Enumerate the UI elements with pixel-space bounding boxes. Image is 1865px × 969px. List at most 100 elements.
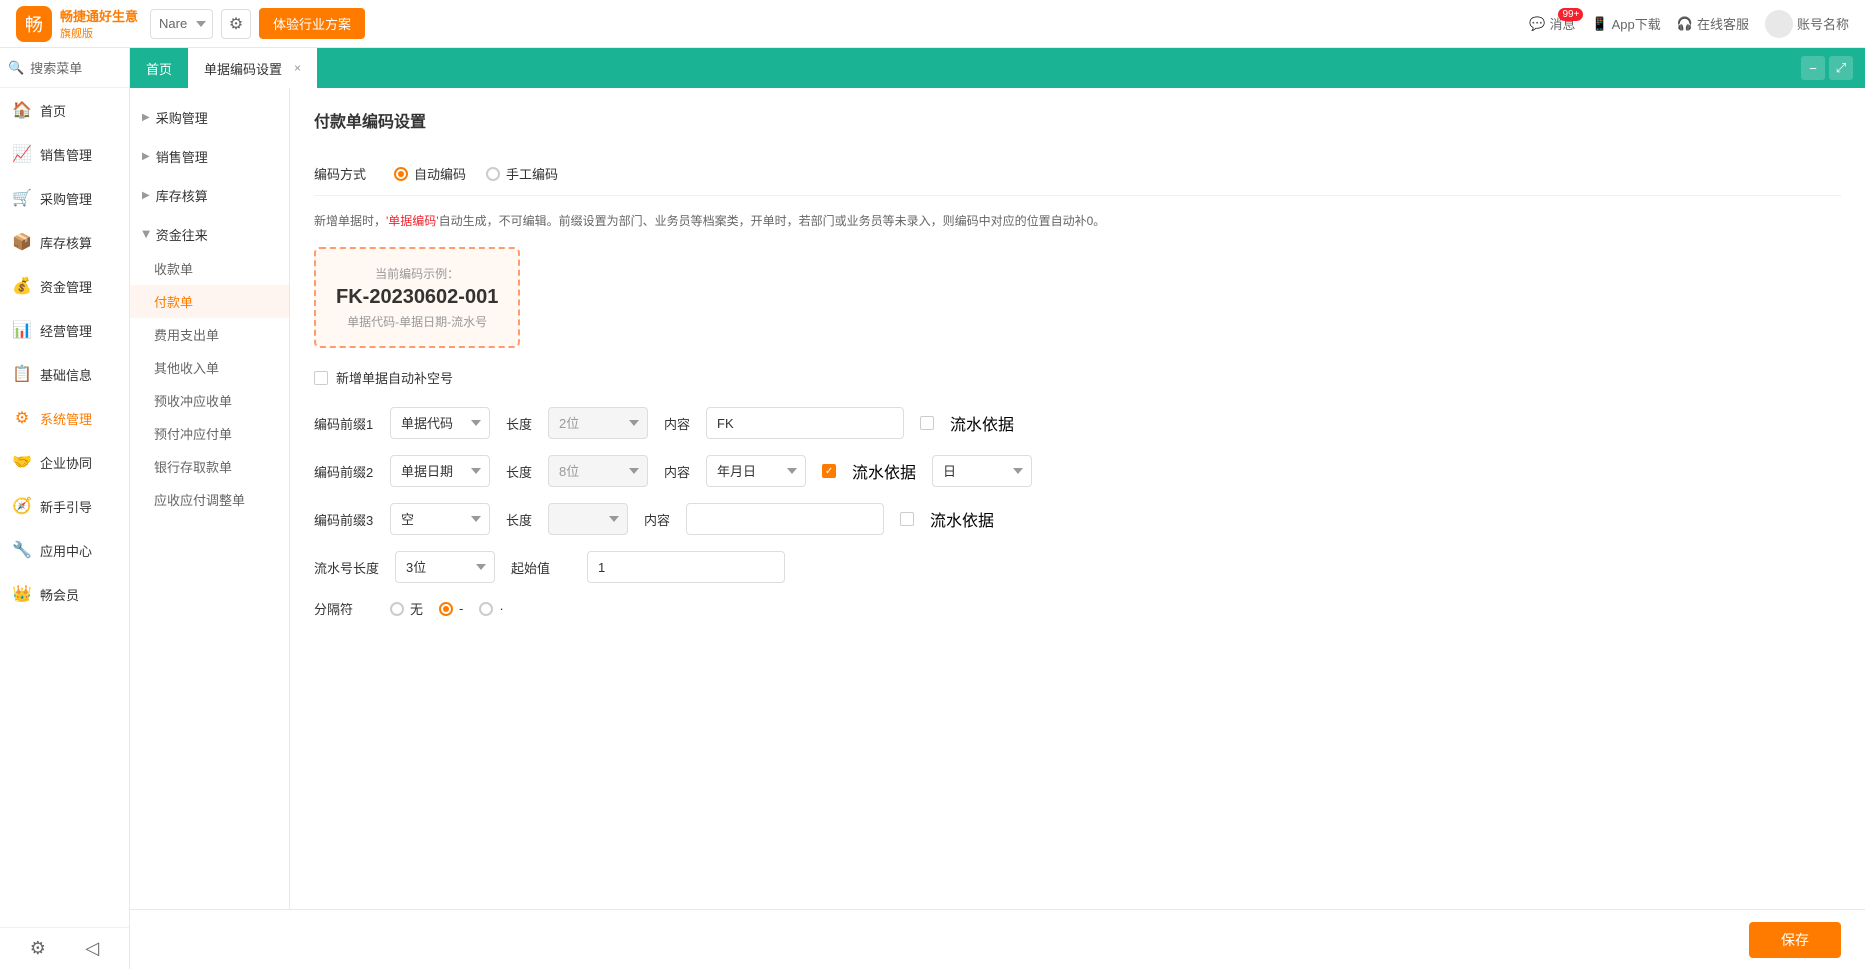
sidebar-item-purchase[interactable]: 🛒 采购管理 [0,176,129,220]
sidebar-label-sales: 销售管理 [40,145,92,164]
content2-select[interactable]: 年月日 [706,455,806,487]
sidebar-label-finance: 资金管理 [40,277,92,296]
sidebar-item-vip[interactable]: 👑 畅会员 [0,572,129,616]
prefix2-row: 编码前缀2 单据日期 长度 8位 内容 年月日 ✓ 流水依据 日 [314,455,1841,487]
avatar [1765,10,1793,38]
sidebar-bottom: ⚙ ◁ [0,927,129,969]
content1-input[interactable] [706,407,904,439]
sep-dash-label: - [459,601,463,616]
sep-dot-radio[interactable] [479,602,493,616]
manual-encode-option[interactable]: 手工编码 [486,164,558,183]
len1-select[interactable]: 2位 [548,407,648,439]
bottom-bar: 保存 [130,909,1865,969]
sidebar-item-finance[interactable]: 💰 资金管理 [0,264,129,308]
menu-sub-payment[interactable]: 付款单 [130,285,289,318]
sidebar-item-inventory[interactable]: 📦 库存核算 [0,220,129,264]
search-menu[interactable]: 🔍 搜索菜单 [0,48,129,88]
sidebar-item-guide[interactable]: 🧭 新手引导 [0,484,129,528]
serial2-label: 流水依据 [852,459,916,483]
menu-sub-bank[interactable]: 银行存取款单 [130,450,289,483]
sidebar-item-operation[interactable]: 📊 经营管理 [0,308,129,352]
menu-sub-pre-payment[interactable]: 预付冲应付单 [130,417,289,450]
sep-dash-radio[interactable] [439,602,453,616]
messages-item[interactable]: 💬 消息 99+ [1529,14,1575,33]
len1-label: 长度 [506,414,532,433]
menu-sub-receipt[interactable]: 收款单 [130,252,289,285]
serial-len-select[interactable]: 3位 4位 5位 [395,551,495,583]
menu-sub-expense[interactable]: 费用支出单 [130,318,289,351]
page-content: ▶ 采购管理 ▶ 销售管理 ▶ 库存核算 [130,88,1865,909]
autofill-row: 新增单据自动补空号 [314,368,1841,387]
menu-sub-other-income[interactable]: 其他收入单 [130,351,289,384]
autofill-checkbox[interactable] [314,371,328,385]
len3-label: 长度 [506,510,532,529]
menu-group-purchase-title[interactable]: ▶ 采购管理 [130,100,289,135]
menu-group-sales-title[interactable]: ▶ 销售管理 [130,139,289,174]
settings-bottom-btn[interactable]: ⚙ [30,938,46,959]
tabbar: 首页 单据编码设置 × − ⤢ [130,48,1865,88]
tab-close-btn[interactable]: × [294,61,301,75]
menu-group-inventory-title[interactable]: ▶ 库存核算 [130,178,289,213]
auto-encode-label: 自动编码 [414,164,466,183]
prefix2-select[interactable]: 单据日期 [390,455,490,487]
sidebar-item-system[interactable]: ⚙ 系统管理 [0,396,129,440]
trial-button[interactable]: 体验行业方案 [259,8,365,39]
menu-group-capital-title[interactable]: ▶ 资金往来 [130,217,289,252]
collapse-btn[interactable]: ◁ [85,938,99,959]
len2-select[interactable]: 8位 [548,455,648,487]
serial2-period-select[interactable]: 日 月 年 [932,455,1032,487]
sidebar-label-purchase: 采购管理 [40,189,92,208]
autofill-label: 新增单据自动补空号 [336,368,453,387]
sep-none-radio[interactable] [390,602,404,616]
encode-mode-label: 编码方式 [314,164,366,183]
sep-none-option[interactable]: 无 [390,599,423,618]
logo-subtitle: 旗舰版 [60,25,138,41]
auto-encode-option[interactable]: 自动编码 [394,164,466,183]
serial1-label: 流水依据 [950,411,1014,435]
system-icon: ⚙ [12,408,32,428]
manual-encode-radio[interactable] [486,167,500,181]
collab-icon: 🤝 [12,452,32,472]
sidebar-item-sales[interactable]: 📈 销售管理 [0,132,129,176]
maximize-btn[interactable]: ⤢ [1829,56,1853,80]
menu-group-purchase: ▶ 采购管理 [130,100,289,135]
user-profile[interactable]: 账号名称 [1765,10,1849,38]
sidebar-label-operation: 经营管理 [40,321,92,340]
menu-sub-pre-receipt[interactable]: 预收冲应收单 [130,384,289,417]
serial1-checkbox[interactable] [920,416,934,430]
menu-capital-label: 资金往来 [156,225,208,244]
menu-sub-adjust[interactable]: 应收应付调整单 [130,483,289,516]
sep-none-label: 无 [410,599,423,618]
serial3-checkbox[interactable] [900,512,914,526]
separator-row: 分隔符 无 - · [314,599,1841,618]
menu-group-sales: ▶ 销售管理 [130,139,289,174]
sidebar-item-collab[interactable]: 🤝 企业协同 [0,440,129,484]
content3-input[interactable] [686,503,884,535]
serial2-checkbox[interactable]: ✓ [822,464,836,478]
content2-label: 内容 [664,462,690,481]
auto-encode-radio[interactable] [394,167,408,181]
sidebar-item-apps[interactable]: 🔧 应用中心 [0,528,129,572]
sidebar-label-basic: 基础信息 [40,365,92,384]
page-title: 付款单编码设置 [314,108,1841,132]
app-download-item[interactable]: 📱 App下载 [1591,14,1660,33]
sidebar-item-basic[interactable]: 📋 基础信息 [0,352,129,396]
prefix1-select[interactable]: 单据代码 [390,407,490,439]
prefix3-select[interactable]: 空 [390,503,490,535]
tab-encode-settings[interactable]: 单据编码设置 × [188,48,317,88]
len3-select[interactable] [548,503,628,535]
online-service-item[interactable]: 🎧 在线客服 [1677,14,1749,33]
start-val-input[interactable] [587,551,785,583]
start-val-label: 起始值 [511,558,571,577]
company-select[interactable]: Nare [150,9,213,39]
main-layout: 🔍 搜索菜单 🏠 首页 📈 销售管理 🛒 采购管理 📦 库存核算 💰 [0,48,1865,969]
purchase-icon: 🛒 [12,188,32,208]
minimize-btn[interactable]: − [1801,56,1825,80]
sidebar-item-home[interactable]: 🏠 首页 [0,88,129,132]
sep-dot-option[interactable]: · [479,601,503,616]
settings-btn[interactable]: ⚙ [221,9,251,39]
tab-home[interactable]: 首页 [130,48,188,88]
sidebar-nav: 🏠 首页 📈 销售管理 🛒 采购管理 📦 库存核算 💰 资金管理 📊 经 [0,88,129,927]
sep-dash-option[interactable]: - [439,601,463,616]
save-button[interactable]: 保存 [1749,922,1841,958]
